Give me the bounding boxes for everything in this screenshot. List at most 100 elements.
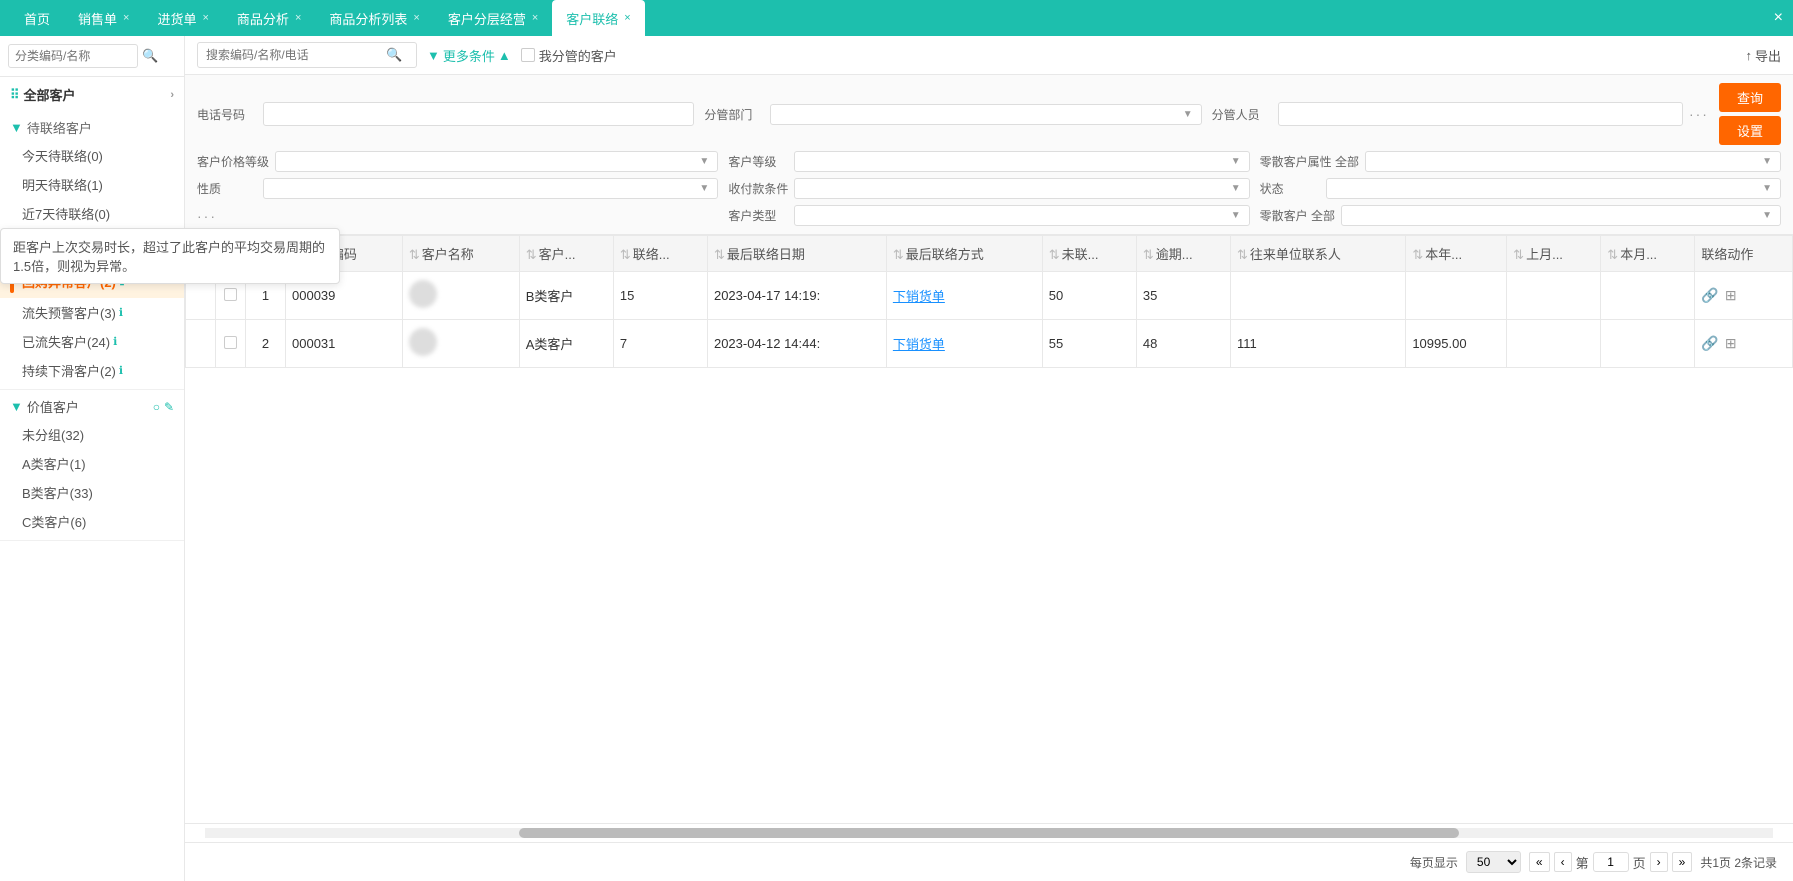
window-close-button[interactable]: × bbox=[1774, 9, 1783, 27]
sidebar-collapse-icon[interactable]: › bbox=[170, 89, 174, 101]
th-last-month[interactable]: ⇅上月... bbox=[1507, 236, 1601, 272]
filter-form: 电话号码 分管部门 ▼ 分管人员 ··· 查询 设置 bbox=[185, 75, 1793, 235]
nav-product-list-close[interactable]: × bbox=[413, 12, 419, 24]
sidebar-item-churned[interactable]: 已流失客户(24) ℹ bbox=[0, 327, 184, 356]
filter-retail-attr-select[interactable]: ▼ bbox=[1365, 151, 1781, 172]
row2-last-method[interactable]: 下销货单 bbox=[886, 320, 1042, 368]
per-page-select[interactable]: 50 100 200 bbox=[1466, 851, 1521, 873]
nav-product-analysis-close[interactable]: × bbox=[295, 12, 301, 24]
edit-icon[interactable]: ✎ bbox=[164, 400, 174, 414]
row2-code: 000031 bbox=[286, 320, 403, 368]
filter-manager-input[interactable] bbox=[1278, 102, 1683, 126]
search-icon[interactable]: 🔍 bbox=[386, 47, 402, 63]
sidebar-search-icon[interactable]: 🔍 bbox=[142, 48, 158, 64]
sidebar-all-customers[interactable]: ⠿ 全部客户 › bbox=[0, 77, 184, 112]
row1-link-icon[interactable]: 🔗 bbox=[1701, 287, 1718, 304]
nav-customer-tier-close[interactable]: × bbox=[532, 12, 538, 24]
sidebar-search-area: 🔍 bbox=[0, 36, 184, 77]
th-this-month[interactable]: ⇅本月... bbox=[1601, 236, 1695, 272]
filter-bar: 🔍 ▼ 更多条件 ▲ 我分管的客户 ↑ 导出 bbox=[185, 36, 1793, 75]
horizontal-scrollbar[interactable] bbox=[205, 828, 1773, 838]
th-overdue[interactable]: ⇅逾期... bbox=[1136, 236, 1230, 272]
row2-settings bbox=[186, 320, 216, 368]
sidebar-search-input[interactable] bbox=[8, 44, 138, 68]
prev-page-btn[interactable]: ‹ bbox=[1554, 852, 1572, 872]
query-button[interactable]: 查询 bbox=[1719, 83, 1781, 112]
nav-sales-close[interactable]: × bbox=[123, 12, 129, 24]
filter-ctype-select[interactable]: ▼ bbox=[794, 205, 1249, 226]
row1-last-month bbox=[1507, 272, 1601, 320]
my-customer-checkbox[interactable]: 我分管的客户 bbox=[521, 46, 617, 65]
nav-purchase-close[interactable]: × bbox=[202, 12, 208, 24]
th-company-contact[interactable]: ⇅往来单位联系人 bbox=[1230, 236, 1405, 272]
filter-dept-select[interactable]: ▼ bbox=[770, 104, 1201, 125]
chevron-down-icon-4: ▼ bbox=[1762, 156, 1772, 167]
th-this-year[interactable]: ⇅本年... bbox=[1406, 236, 1507, 272]
sidebar-item-declining[interactable]: 持续下滑客户(2) ℹ bbox=[0, 356, 184, 385]
row2-last-month bbox=[1507, 320, 1601, 368]
row2-name bbox=[402, 320, 519, 368]
row2-grid-icon[interactable]: ⊞ bbox=[1725, 335, 1737, 352]
filter-status-select[interactable]: ▼ bbox=[1326, 178, 1781, 199]
row1-grid-icon[interactable]: ⊞ bbox=[1725, 287, 1737, 304]
nav-sales[interactable]: 销售单 × bbox=[64, 0, 143, 36]
filter-retail-select[interactable]: ▼ bbox=[1341, 205, 1781, 226]
th-type[interactable]: ⇅客户... bbox=[519, 236, 613, 272]
nav-customer-contact-close[interactable]: × bbox=[624, 12, 630, 24]
more-filter-btn[interactable]: ▼ 更多条件 ▲ bbox=[427, 46, 511, 65]
extra-more-icon[interactable]: ··· bbox=[197, 208, 217, 224]
more-icon[interactable]: ··· bbox=[1689, 106, 1709, 122]
nav-purchase[interactable]: 进货单 × bbox=[143, 0, 222, 36]
value-customers-group[interactable]: ▼ 价值客户 ○ ✎ bbox=[0, 392, 184, 420]
filter-phone-input[interactable] bbox=[263, 102, 694, 126]
set-button[interactable]: 设置 bbox=[1719, 116, 1781, 145]
page-number-input[interactable] bbox=[1593, 852, 1629, 872]
th-uncontacted[interactable]: ⇅未联... bbox=[1042, 236, 1136, 272]
filter-payment-select[interactable]: ▼ bbox=[794, 178, 1249, 199]
row2-uncontacted: 55 bbox=[1042, 320, 1136, 368]
nav-customer-tier[interactable]: 客户分层经营 × bbox=[434, 0, 552, 36]
search-input[interactable] bbox=[206, 48, 386, 62]
sidebar-item-a-class[interactable]: A类客户(1) bbox=[0, 449, 184, 478]
row2-check[interactable] bbox=[216, 320, 246, 368]
table-row: 1 000039 B类客户 15 2023-04-17 14:19: 下销货单 … bbox=[186, 272, 1793, 320]
nav-product-analysis[interactable]: 商品分析 × bbox=[223, 0, 315, 36]
first-page-btn[interactable]: « bbox=[1529, 852, 1550, 872]
nav-home[interactable]: 首页 bbox=[10, 0, 64, 36]
sidebar-item-today[interactable]: 今天待联络(0) bbox=[0, 141, 184, 170]
th-last-method[interactable]: ⇅最后联络方式 bbox=[886, 236, 1042, 272]
nav-product-analysis-list[interactable]: 商品分析列表 × bbox=[315, 0, 433, 36]
sidebar-item-c-class[interactable]: C类客户(6) bbox=[0, 507, 184, 536]
th-contact[interactable]: ⇅联络... bbox=[613, 236, 707, 272]
filter-retail-customer: 零散客户 全部 ▼ bbox=[1260, 205, 1781, 226]
sidebar-item-7days[interactable]: 近7天待联络(0) bbox=[0, 199, 184, 228]
filter-retail-label: 零散客户 全部 bbox=[1260, 207, 1335, 224]
sidebar-item-ungrouped[interactable]: 未分组(32) bbox=[0, 420, 184, 449]
circle-icon[interactable]: ○ bbox=[153, 400, 160, 414]
row2-last-date: 2023-04-12 14:44: bbox=[707, 320, 886, 368]
sidebar-item-tomorrow[interactable]: 明天待联络(1) bbox=[0, 170, 184, 199]
th-last-date[interactable]: ⇅最后联络日期 bbox=[707, 236, 886, 272]
filter-nature-select[interactable]: ▼ bbox=[263, 178, 718, 199]
last-page-btn[interactable]: » bbox=[1672, 852, 1693, 872]
nav-customer-contact[interactable]: 客户联络 × bbox=[552, 0, 644, 36]
th-name[interactable]: ⇅客户名称 bbox=[402, 236, 519, 272]
pending-contact-group[interactable]: ▼ 待联络客户 bbox=[0, 112, 184, 141]
row1-actions: 🔗 ⊞ bbox=[1695, 272, 1793, 320]
chevron-down-icon-6: ▼ bbox=[1231, 183, 1241, 194]
export-button[interactable]: ↑ 导出 bbox=[1745, 46, 1781, 65]
row1-type: B类客户 bbox=[519, 272, 613, 320]
row2-link-icon[interactable]: 🔗 bbox=[1701, 335, 1718, 352]
filter-price-select[interactable]: ▼ bbox=[275, 151, 718, 172]
filter-level-select[interactable]: ▼ bbox=[794, 151, 1249, 172]
sidebar-item-b-class[interactable]: B类客户(33) bbox=[0, 478, 184, 507]
sidebar-item-churn-warning[interactable]: 流失预警客户(3) ℹ bbox=[0, 298, 184, 327]
filter-status: 状态 ▼ bbox=[1260, 178, 1781, 199]
chevron-down-icon-7: ▼ bbox=[1762, 183, 1772, 194]
row1-last-method[interactable]: 下销货单 bbox=[886, 272, 1042, 320]
scrollbar-thumb[interactable] bbox=[519, 828, 1460, 838]
filter-department: 分管部门 ▼ bbox=[704, 104, 1201, 125]
next-page-btn[interactable]: › bbox=[1650, 852, 1668, 872]
table-area[interactable]: ⚙ ⇅客户编码 ⇅客户名称 ⇅客户... ⇅联络... ⇅最后联络日期 ⇅最后联… bbox=[185, 235, 1793, 823]
filter-dept-label: 分管部门 bbox=[704, 106, 764, 123]
